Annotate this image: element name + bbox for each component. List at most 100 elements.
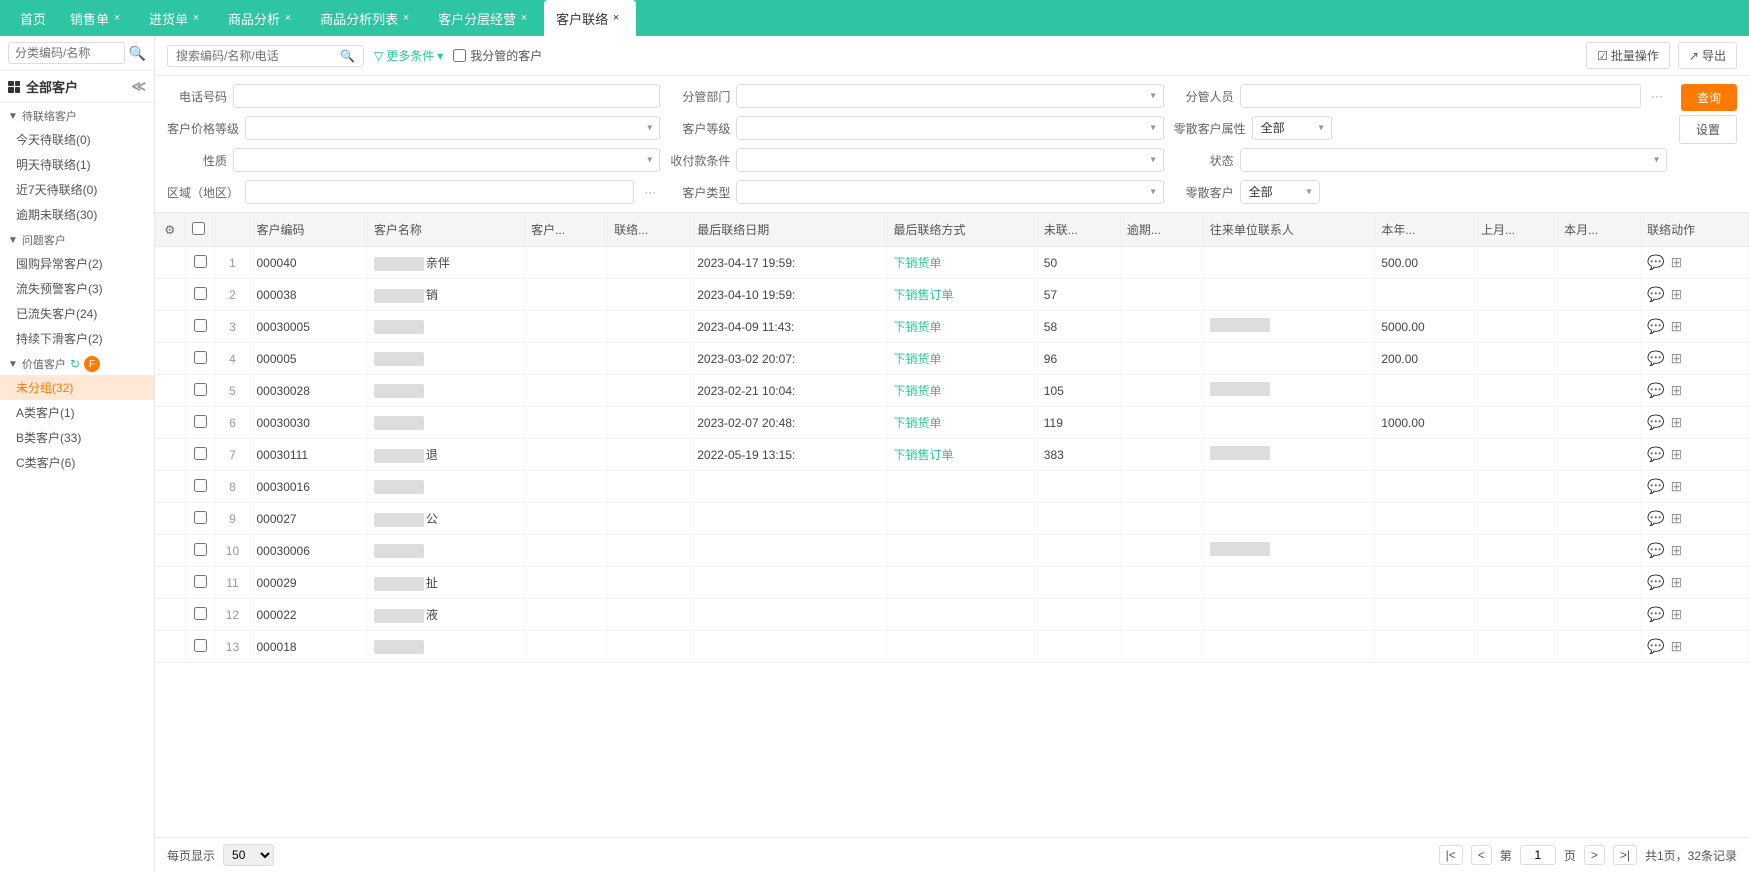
th-type[interactable]: 客户... [525, 213, 608, 247]
grid-action-icon-0[interactable]: ⊞ [1671, 254, 1683, 271]
sidebar-item-overdue-pending[interactable]: 逾期未联络(30) [0, 202, 154, 227]
last-page-btn[interactable]: >| [1613, 845, 1637, 865]
sidebar-item-loss-warning[interactable]: 流失预警客户(3) [0, 276, 154, 301]
message-icon-12[interactable]: 💬 [1647, 638, 1664, 655]
method-link-4[interactable]: 下销货单 [894, 384, 942, 398]
close-tab-purchase[interactable]: × [188, 10, 204, 26]
grid-action-icon-10[interactable]: ⊞ [1671, 574, 1683, 591]
message-icon-0[interactable]: 💬 [1647, 254, 1664, 271]
message-icon-3[interactable]: 💬 [1647, 350, 1664, 367]
row-checkbox-6[interactable] [194, 447, 207, 460]
filter-status-select[interactable] [1240, 148, 1667, 172]
th-this-month[interactable]: 本月... [1558, 213, 1641, 247]
filter-retail-attr-select[interactable]: 全部 [1252, 116, 1332, 140]
row-checkbox-9[interactable] [194, 543, 207, 556]
grid-action-icon-11[interactable]: ⊞ [1671, 606, 1683, 623]
first-page-btn[interactable]: |< [1439, 845, 1463, 865]
th-code[interactable]: 客户编码 [250, 213, 367, 247]
page-input[interactable] [1520, 845, 1556, 865]
grid-action-icon-4[interactable]: ⊞ [1671, 382, 1683, 399]
tab-home[interactable]: 首页 [8, 0, 58, 36]
region-more-btn[interactable]: ··· [640, 185, 660, 199]
filter-retail-customer-select[interactable]: 全部 [1240, 180, 1320, 204]
row-checkbox-1[interactable] [194, 287, 207, 300]
row-checkbox-8[interactable] [194, 511, 207, 524]
close-tab-customer-tier[interactable]: × [516, 10, 532, 26]
close-tab-customer-contact[interactable]: × [608, 10, 624, 26]
sidebar-item-ungroup[interactable]: 未分组(32) [0, 375, 154, 400]
sidebar-search-input[interactable] [8, 42, 125, 64]
method-link-1[interactable]: 下销售订单 [894, 288, 954, 302]
sidebar-collapse-icon[interactable]: ≪ [131, 78, 146, 95]
th-contacts[interactable]: 往来单位联系人 [1203, 213, 1374, 247]
message-icon-6[interactable]: 💬 [1647, 446, 1664, 463]
message-icon-9[interactable]: 💬 [1647, 542, 1664, 559]
row-checkbox-7[interactable] [194, 479, 207, 492]
filter-customer-type-select[interactable] [736, 180, 1163, 204]
message-icon-1[interactable]: 💬 [1647, 286, 1664, 303]
th-gear[interactable]: ⚙ [155, 213, 185, 247]
sidebar-group-value[interactable]: ▼ 价值客户 ↻ F [0, 351, 154, 375]
export-btn[interactable]: ↗ 导出 [1678, 42, 1737, 69]
grid-action-icon-7[interactable]: ⊞ [1671, 478, 1683, 495]
tab-goods-analysis[interactable]: 商品分析 × [216, 0, 308, 36]
per-page-select[interactable]: 50 100 200 [223, 844, 274, 866]
grid-action-icon-8[interactable]: ⊞ [1671, 510, 1683, 527]
row-checkbox-11[interactable] [194, 607, 207, 620]
sidebar-item-tomorrow-pending[interactable]: 明天待联络(1) [0, 152, 154, 177]
next-page-btn[interactable]: > [1584, 845, 1605, 865]
message-icon-11[interactable]: 💬 [1647, 606, 1664, 623]
filter-nature-select[interactable] [233, 148, 660, 172]
th-last-month[interactable]: 上月... [1474, 213, 1557, 247]
sidebar-all-customers[interactable]: 全部客户 ≪ [0, 71, 154, 103]
method-link-2[interactable]: 下销货单 [894, 320, 942, 334]
sidebar-item-class-c[interactable]: C类客户(6) [0, 450, 154, 475]
sidebar-item-class-a[interactable]: A类客户(1) [0, 400, 154, 425]
grid-action-icon-5[interactable]: ⊞ [1671, 414, 1683, 431]
main-search-input[interactable] [176, 49, 336, 63]
row-checkbox-0[interactable] [194, 255, 207, 268]
sidebar-item-class-b[interactable]: B类客户(33) [0, 425, 154, 450]
method-link-0[interactable]: 下销货单 [894, 256, 942, 270]
th-last-contact-date[interactable]: 最后联络日期 [691, 213, 887, 247]
message-icon-8[interactable]: 💬 [1647, 510, 1664, 527]
grid-action-icon-9[interactable]: ⊞ [1671, 542, 1683, 559]
prev-page-btn[interactable]: < [1471, 845, 1492, 865]
manager-more-btn[interactable]: ··· [1647, 89, 1667, 103]
th-this-year[interactable]: 本年... [1375, 213, 1475, 247]
sidebar-item-week-pending[interactable]: 近7天待联络(0) [0, 177, 154, 202]
row-checkbox-4[interactable] [194, 383, 207, 396]
refresh-icon[interactable]: ↻ [70, 357, 80, 371]
filter-price-level-select[interactable] [245, 116, 660, 140]
close-tab-goods-analysis[interactable]: × [280, 10, 296, 26]
sidebar-search-icon[interactable]: 🔍 [129, 45, 146, 62]
query-btn[interactable]: 查询 [1681, 84, 1737, 111]
grid-action-icon-2[interactable]: ⊞ [1671, 318, 1683, 335]
filter-phone-input[interactable] [233, 84, 660, 108]
sidebar-item-declining[interactable]: 持续下滑客户(2) [0, 326, 154, 351]
grid-action-icon-3[interactable]: ⊞ [1671, 350, 1683, 367]
sidebar-item-lost[interactable]: 已流失客户(24) [0, 301, 154, 326]
filter-region-input[interactable] [245, 180, 634, 204]
tab-customer-contact[interactable]: 客户联络 × [544, 0, 636, 36]
method-link-5[interactable]: 下销货单 [894, 416, 942, 430]
reset-btn[interactable]: 设置 [1679, 115, 1737, 144]
sidebar-group-pending[interactable]: ▼ 待联络客户 [0, 103, 154, 127]
th-overdue[interactable]: 逾期... [1120, 213, 1203, 247]
row-checkbox-5[interactable] [194, 415, 207, 428]
my-customers-checkbox[interactable] [453, 49, 466, 62]
method-link-3[interactable]: 下销货单 [894, 352, 942, 366]
th-last-contact-method[interactable]: 最后联络方式 [887, 213, 1037, 247]
tab-customer-tier[interactable]: 客户分层经营 × [426, 0, 544, 36]
sidebar-item-today-pending[interactable]: 今天待联络(0) [0, 127, 154, 152]
tab-purchase[interactable]: 进货单 × [137, 0, 216, 36]
row-checkbox-3[interactable] [194, 351, 207, 364]
grid-action-icon-6[interactable]: ⊞ [1671, 446, 1683, 463]
filter-dept-select[interactable] [736, 84, 1163, 108]
row-checkbox-2[interactable] [194, 319, 207, 332]
tab-sales[interactable]: 销售单 × [58, 0, 137, 36]
th-contact[interactable]: 联络... [608, 213, 691, 247]
sidebar-item-hoard-abnormal[interactable]: 囤购异常客户(2) [0, 251, 154, 276]
filter-payment-select[interactable] [736, 148, 1163, 172]
message-icon-7[interactable]: 💬 [1647, 478, 1664, 495]
